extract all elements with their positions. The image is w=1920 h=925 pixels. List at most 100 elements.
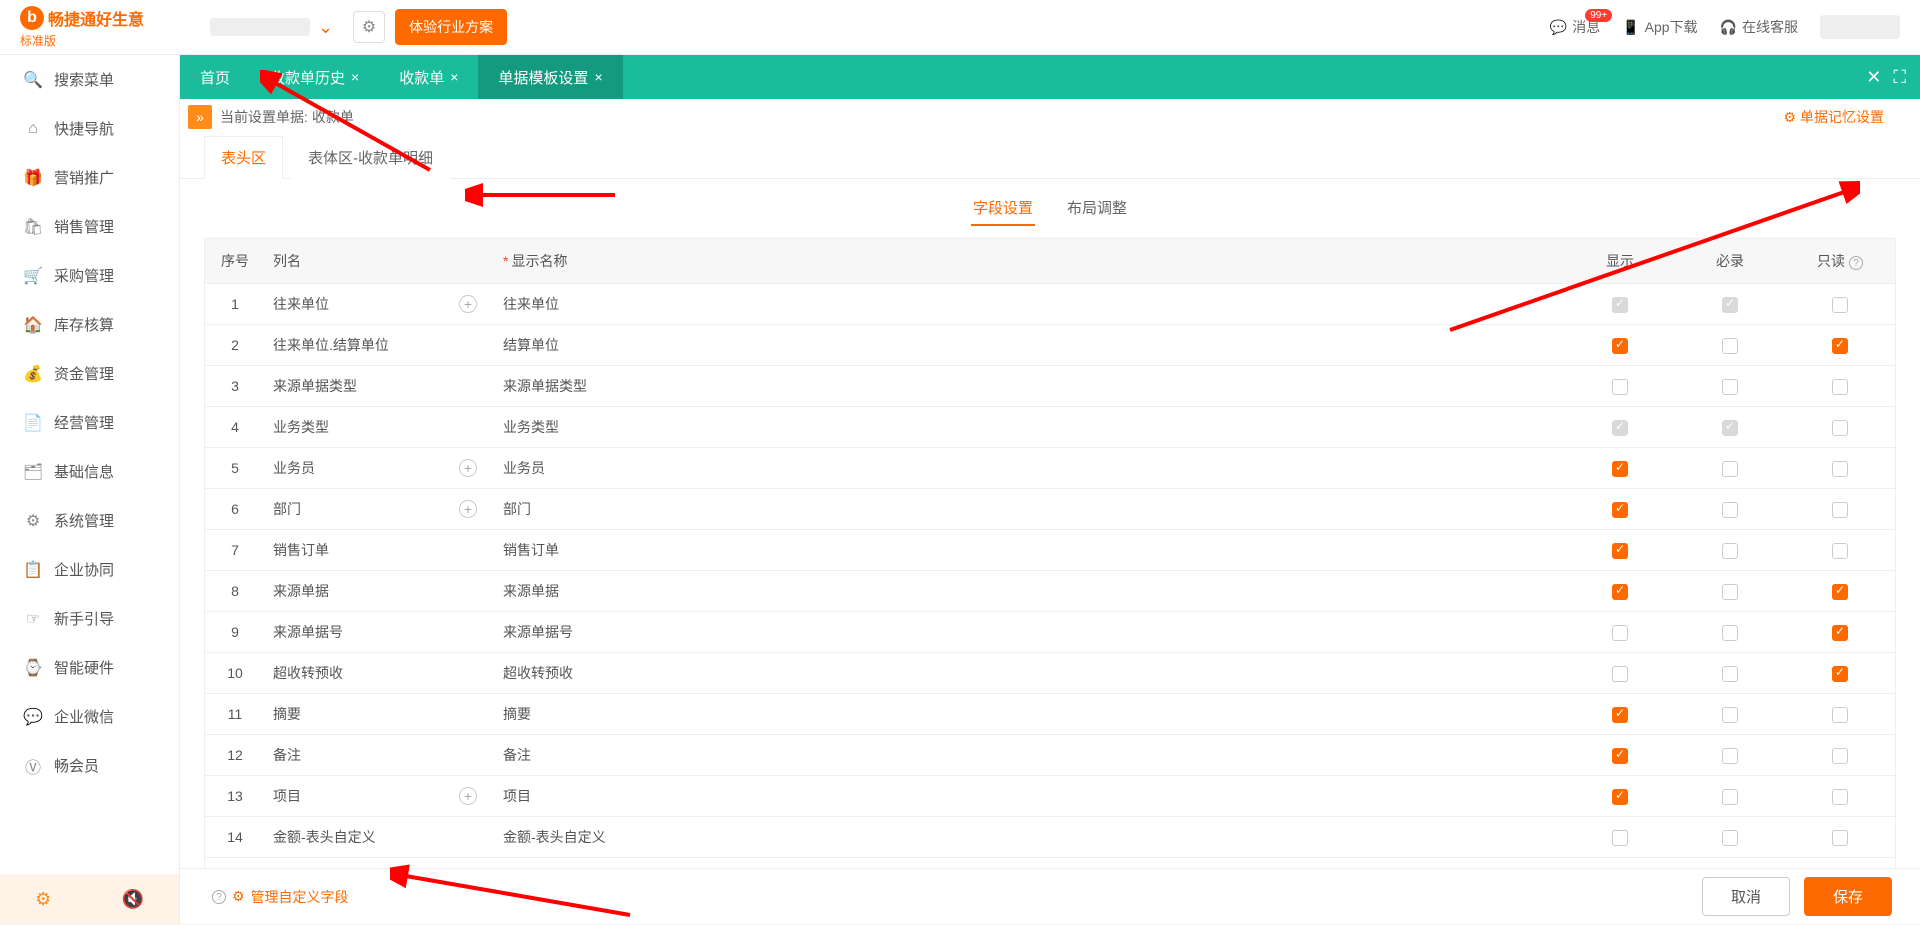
checkbox-checked[interactable] bbox=[1832, 666, 1848, 682]
cell-display[interactable]: 提成1 bbox=[495, 858, 1565, 869]
checkbox-unchecked[interactable] bbox=[1832, 543, 1848, 559]
add-icon[interactable]: + bbox=[459, 459, 477, 477]
cell-display[interactable]: 部门 bbox=[495, 489, 1565, 530]
cell-display[interactable]: 摘要 bbox=[495, 694, 1565, 735]
checkbox-unchecked[interactable] bbox=[1612, 625, 1628, 641]
checkbox-unchecked[interactable] bbox=[1832, 707, 1848, 723]
sidebar-item-2[interactable]: 🎁 营销推广 bbox=[0, 153, 179, 202]
checkbox-unchecked[interactable] bbox=[1722, 666, 1738, 682]
checkbox-unchecked[interactable] bbox=[1722, 707, 1738, 723]
checkbox-unchecked[interactable] bbox=[1832, 830, 1848, 846]
checkbox-checked[interactable] bbox=[1612, 789, 1628, 805]
sidebar-item-12[interactable]: ⌚ 智能硬件 bbox=[0, 643, 179, 692]
checkbox-unchecked[interactable] bbox=[1722, 502, 1738, 518]
collapse-toggle[interactable]: » bbox=[188, 105, 212, 129]
cancel-button[interactable]: 取消 bbox=[1702, 877, 1790, 916]
customer-service-link[interactable]: 🎧 在线客服 bbox=[1720, 17, 1798, 37]
tab-close-icon[interactable]: × bbox=[351, 69, 359, 85]
checkbox-unchecked[interactable] bbox=[1722, 748, 1738, 764]
sidebar-item-14[interactable]: Ⓥ 畅会员 bbox=[0, 741, 179, 790]
checkbox-unchecked[interactable] bbox=[1612, 666, 1628, 682]
cell-display[interactable]: 结算单位 bbox=[495, 325, 1565, 366]
tab-2[interactable]: 收款单 × bbox=[379, 55, 478, 99]
cell-display[interactable]: 金额-表头自定义 bbox=[495, 817, 1565, 858]
help-icon[interactable]: ? bbox=[1849, 256, 1863, 270]
cell-display[interactable]: 业务员 bbox=[495, 448, 1565, 489]
fullscreen-icon[interactable]: ⛶ bbox=[1893, 67, 1906, 88]
checkbox-unchecked[interactable] bbox=[1832, 502, 1848, 518]
checkbox-unchecked[interactable] bbox=[1832, 420, 1848, 436]
sidebar-item-10[interactable]: 📋 企业协同 bbox=[0, 545, 179, 594]
sidebar-item-4[interactable]: 🛒 采购管理 bbox=[0, 251, 179, 300]
checkbox-unchecked[interactable] bbox=[1832, 297, 1848, 313]
sidebar-item-6[interactable]: 💰 资金管理 bbox=[0, 349, 179, 398]
checkbox-unchecked[interactable] bbox=[1722, 830, 1738, 846]
tab-3[interactable]: 单据模板设置 × bbox=[478, 55, 622, 99]
cell-display[interactable]: 来源单据 bbox=[495, 571, 1565, 612]
settings-gear-button[interactable]: ⚙ bbox=[353, 11, 385, 43]
add-icon[interactable]: + bbox=[459, 500, 477, 518]
checkbox-unchecked[interactable] bbox=[1722, 584, 1738, 600]
checkbox-unchecked[interactable] bbox=[1832, 789, 1848, 805]
tab-0[interactable]: 首页 bbox=[180, 55, 250, 99]
checkbox-unchecked[interactable] bbox=[1612, 379, 1628, 395]
sidebar-item-7[interactable]: 📄 经营管理 bbox=[0, 398, 179, 447]
checkbox-unchecked[interactable] bbox=[1722, 338, 1738, 354]
sidebar-item-1[interactable]: ⌂ 快捷导航 bbox=[0, 104, 179, 153]
sidebar-settings-icon[interactable]: ⚙ bbox=[35, 889, 51, 910]
checkbox-unchecked[interactable] bbox=[1722, 461, 1738, 477]
sidebar-item-11[interactable]: ☞ 新手引导 bbox=[0, 594, 179, 643]
checkbox-checked[interactable] bbox=[1612, 543, 1628, 559]
checkbox-unchecked[interactable] bbox=[1832, 461, 1848, 477]
trial-button[interactable]: 体验行业方案 bbox=[395, 9, 507, 45]
checkbox-unchecked[interactable] bbox=[1722, 625, 1738, 641]
add-icon[interactable]: + bbox=[459, 787, 477, 805]
cell-display[interactable]: 来源单据号 bbox=[495, 612, 1565, 653]
checkbox-checked[interactable] bbox=[1612, 748, 1628, 764]
cell-display[interactable]: 项目 bbox=[495, 776, 1565, 817]
checkbox-unchecked[interactable] bbox=[1722, 789, 1738, 805]
cell-display[interactable]: 业务类型 bbox=[495, 407, 1565, 448]
checkbox-checked[interactable] bbox=[1832, 625, 1848, 641]
memory-settings-link[interactable]: ⚙ 单据记忆设置 bbox=[1783, 107, 1912, 127]
tab-close-icon[interactable]: × bbox=[594, 69, 602, 85]
checkbox-unchecked[interactable] bbox=[1832, 379, 1848, 395]
area-tab-0[interactable]: 表头区 bbox=[204, 136, 283, 179]
checkbox-unchecked[interactable] bbox=[1832, 748, 1848, 764]
checkbox-checked[interactable] bbox=[1832, 584, 1848, 600]
app-download-link[interactable]: 📱 App下载 bbox=[1622, 17, 1697, 37]
add-icon[interactable]: + bbox=[459, 295, 477, 313]
cell-display[interactable]: 来源单据类型 bbox=[495, 366, 1565, 407]
area-tab-1[interactable]: 表体区-收款单明细 bbox=[291, 136, 450, 179]
sidebar-item-13[interactable]: 💬 企业微信 bbox=[0, 692, 179, 741]
sidebar-item-8[interactable]: 🗂 基础信息 bbox=[0, 447, 179, 496]
checkbox-checked[interactable] bbox=[1612, 461, 1628, 477]
checkbox-unchecked[interactable] bbox=[1612, 830, 1628, 846]
sidebar-sound-icon[interactable]: 🔇 bbox=[121, 889, 143, 910]
user-avatar[interactable] bbox=[1820, 15, 1900, 39]
cell-display[interactable]: 销售订单 bbox=[495, 530, 1565, 571]
save-button[interactable]: 保存 bbox=[1804, 877, 1892, 916]
sidebar-item-0[interactable]: 🔍 搜索菜单 bbox=[0, 55, 179, 104]
checkbox-checked[interactable] bbox=[1612, 584, 1628, 600]
cell-display[interactable]: 备注 bbox=[495, 735, 1565, 776]
checkbox-unchecked[interactable] bbox=[1722, 543, 1738, 559]
checkbox-checked[interactable] bbox=[1612, 707, 1628, 723]
checkbox-unchecked[interactable] bbox=[1722, 379, 1738, 395]
tab-close-icon[interactable]: × bbox=[450, 69, 458, 85]
messages-link[interactable]: 💬 消息 99+ bbox=[1550, 17, 1600, 37]
sidebar-item-3[interactable]: 🛍 销售管理 bbox=[0, 202, 179, 251]
sub-tab-1[interactable]: 布局调整 bbox=[1065, 191, 1129, 226]
cell-display[interactable]: 往来单位 bbox=[495, 284, 1565, 325]
sidebar-item-5[interactable]: 🏠 库存核算 bbox=[0, 300, 179, 349]
sidebar-item-9[interactable]: ⚙ 系统管理 bbox=[0, 496, 179, 545]
checkbox-checked[interactable] bbox=[1612, 338, 1628, 354]
manage-custom-fields-link[interactable]: ? ⚙ 管理自定义字段 bbox=[208, 887, 349, 907]
tab-close-all-icon[interactable]: ✕ bbox=[1866, 67, 1881, 88]
checkbox-checked[interactable] bbox=[1832, 338, 1848, 354]
cell-display[interactable]: 超收转预收 bbox=[495, 653, 1565, 694]
tab-1[interactable]: 收款单历史 × bbox=[250, 55, 379, 99]
company-selector[interactable]: ⌄ bbox=[200, 13, 343, 42]
checkbox-checked[interactable] bbox=[1612, 502, 1628, 518]
sub-tab-0[interactable]: 字段设置 bbox=[971, 191, 1035, 226]
